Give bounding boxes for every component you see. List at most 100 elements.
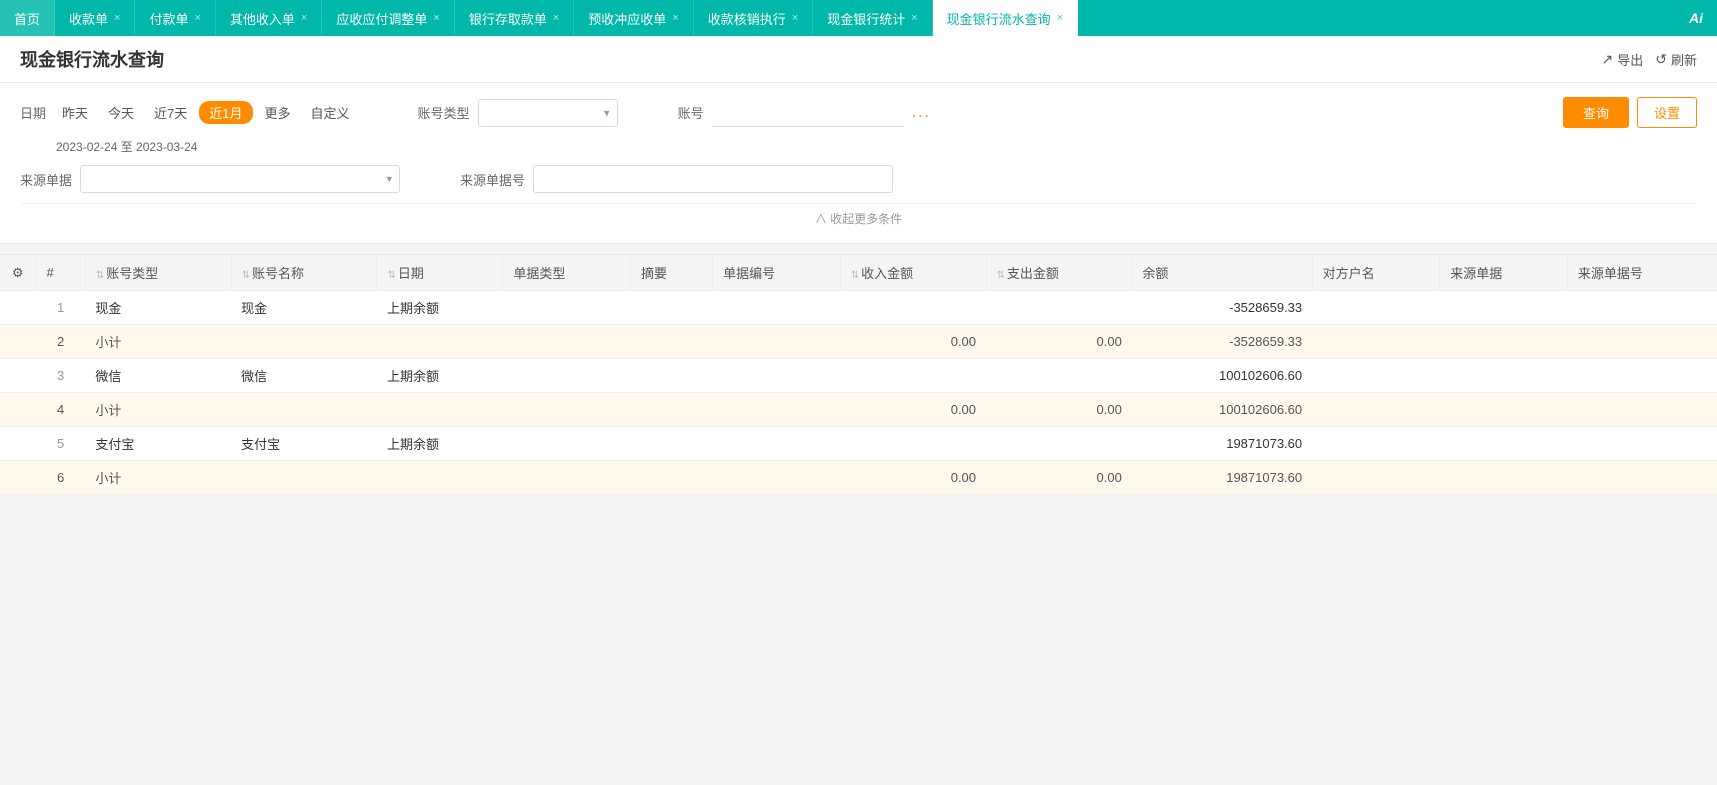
cell-account-type: 小计	[85, 325, 231, 359]
cell-doc-num	[713, 461, 841, 495]
top-nav: 首页 收款单 × 付款单 × 其他收入单 × 应收应付调整单 × 银行存取款单 …	[0, 0, 1717, 36]
nav-tab-yushou[interactable]: 预收冲应收单 ×	[574, 0, 693, 36]
cell-income	[840, 427, 986, 461]
refresh-button[interactable]: ↺ 刷新	[1655, 50, 1697, 69]
nav-tab-qitashouru[interactable]: 其他收入单 ×	[216, 0, 322, 36]
cell-gear	[0, 291, 36, 325]
cell-balance: -3528659.33	[1132, 291, 1312, 325]
th-gear[interactable]: ⚙	[0, 255, 36, 291]
th-index: #	[36, 255, 85, 291]
cell-counterpart	[1312, 325, 1440, 359]
th-source-doc: 来源单据	[1440, 255, 1568, 291]
close-icon[interactable]: ×	[911, 12, 917, 24]
date-opt-yesterday[interactable]: 昨天	[54, 101, 96, 124]
date-filter-group: 日期 昨天 今天 近7天 近1月 更多 自定义	[20, 101, 358, 124]
source-doc-num-input[interactable]	[533, 165, 893, 193]
th-account-name[interactable]: ⇅账号名称	[231, 255, 377, 291]
page-title: 现金银行流水查询	[20, 46, 164, 72]
date-opt-today[interactable]: 今天	[100, 101, 142, 124]
th-income[interactable]: ⇅收入金额	[840, 255, 986, 291]
cell-doc-num	[713, 359, 841, 393]
account-dots-button[interactable]: ...	[912, 104, 931, 122]
th-counterpart: 对方户名	[1312, 255, 1440, 291]
filter-area: 日期 昨天 今天 近7天 近1月 更多 自定义 账号类型 现金 微信 支付宝	[0, 83, 1717, 244]
nav-home-label: 首页	[14, 9, 40, 28]
cell-doc-type	[503, 291, 631, 325]
close-icon[interactable]: ×	[1057, 12, 1063, 24]
cell-expense: 0.00	[986, 393, 1132, 427]
cell-account-name	[231, 461, 377, 495]
nav-tab-liushui-query[interactable]: 现金银行流水查询 ×	[933, 0, 1078, 36]
cell-index: 6	[36, 461, 85, 495]
th-date[interactable]: ⇅日期	[377, 255, 503, 291]
cell-gear	[0, 427, 36, 461]
nav-tab-shoukuandan[interactable]: 收款单 ×	[55, 0, 135, 36]
ai-button[interactable]: Ai	[1675, 10, 1717, 26]
cell-account-type: 现金	[85, 291, 231, 325]
nav-home[interactable]: 首页	[0, 0, 55, 36]
nav-tab-yinhangcunqu[interactable]: 银行存取款单 ×	[455, 0, 574, 36]
cell-balance: 100102606.60	[1132, 393, 1312, 427]
nav-tab-xianjinyinhang-stat[interactable]: 现金银行统计 ×	[813, 0, 932, 36]
cell-summary	[630, 427, 712, 461]
cell-source-doc-num	[1567, 427, 1717, 461]
date-opt-more[interactable]: 更多	[257, 101, 299, 124]
cell-date: 上期余额	[377, 359, 503, 393]
close-icon[interactable]: ×	[194, 12, 200, 24]
close-icon[interactable]: ×	[792, 12, 798, 24]
close-icon[interactable]: ×	[114, 12, 120, 24]
date-opt-1month[interactable]: 近1月	[199, 101, 252, 124]
nav-tab-fukuandan[interactable]: 付款单 ×	[135, 0, 215, 36]
account-type-filter-group: 账号类型 现金 微信 支付宝	[418, 99, 618, 127]
nav-tab-yingshouyingfu[interactable]: 应收应付调整单 ×	[322, 0, 454, 36]
subtotal-row: 6小计0.000.0019871073.60	[0, 461, 1717, 495]
cell-counterpart	[1312, 461, 1440, 495]
source-doc-num-filter-group: 来源单据号	[460, 165, 893, 193]
collapse-bar[interactable]: ∧ 收起更多条件	[20, 203, 1697, 233]
nav-tab-label: 收款单	[69, 9, 108, 28]
date-opt-custom[interactable]: 自定义	[303, 101, 358, 124]
cell-summary	[630, 291, 712, 325]
th-expense[interactable]: ⇅支出金额	[986, 255, 1132, 291]
refresh-label: 刷新	[1671, 50, 1697, 69]
cell-account-name: 支付宝	[231, 427, 377, 461]
th-balance: 余额	[1132, 255, 1312, 291]
query-button[interactable]: 查询	[1563, 97, 1629, 128]
close-icon[interactable]: ×	[553, 12, 559, 24]
account-input[interactable]	[712, 99, 904, 127]
close-icon[interactable]: ×	[672, 12, 678, 24]
table-container: ⚙ # ⇅账号类型 ⇅账号名称 ⇅日期 单据类型 摘要 单据编号 ⇅收入金额 ⇅…	[0, 254, 1717, 495]
cell-counterpart	[1312, 291, 1440, 325]
date-range-row: 2023-02-24 至 2023-03-24	[52, 138, 1697, 155]
export-button[interactable]: ↗ 导出	[1602, 50, 1644, 69]
cell-summary	[630, 325, 712, 359]
cell-source-doc-num	[1567, 291, 1717, 325]
cell-source-doc-num	[1567, 325, 1717, 359]
th-account-type[interactable]: ⇅账号类型	[85, 255, 231, 291]
cell-gear	[0, 325, 36, 359]
cell-income	[840, 359, 986, 393]
data-row: 5支付宝支付宝上期余额19871073.60	[0, 427, 1717, 461]
close-icon[interactable]: ×	[301, 12, 307, 24]
cell-account-type: 小计	[85, 461, 231, 495]
cell-source-doc	[1440, 291, 1568, 325]
close-icon[interactable]: ×	[433, 12, 439, 24]
th-summary: 摘要	[630, 255, 712, 291]
cell-date: 上期余额	[377, 291, 503, 325]
cell-balance: 19871073.60	[1132, 427, 1312, 461]
source-doc-select[interactable]	[80, 165, 400, 193]
nav-tab-label: 其他收入单	[230, 9, 295, 28]
cell-income: 0.00	[840, 325, 986, 359]
cell-income: 0.00	[840, 393, 986, 427]
cell-index: 1	[36, 291, 85, 325]
cell-balance: 19871073.60	[1132, 461, 1312, 495]
source-doc-select-wrapper	[80, 165, 400, 193]
account-type-select[interactable]: 现金 微信 支付宝	[478, 99, 618, 127]
cell-expense	[986, 291, 1132, 325]
settings-button[interactable]: 设置	[1637, 97, 1697, 128]
page-header: 现金银行流水查询 ↗ 导出 ↺ 刷新	[0, 36, 1717, 83]
date-opt-7days[interactable]: 近7天	[146, 101, 195, 124]
cell-doc-type	[503, 461, 631, 495]
nav-tab-shoukuanhexiao[interactable]: 收款核销执行 ×	[694, 0, 813, 36]
account-filter-group: 账号 ...	[678, 99, 931, 127]
